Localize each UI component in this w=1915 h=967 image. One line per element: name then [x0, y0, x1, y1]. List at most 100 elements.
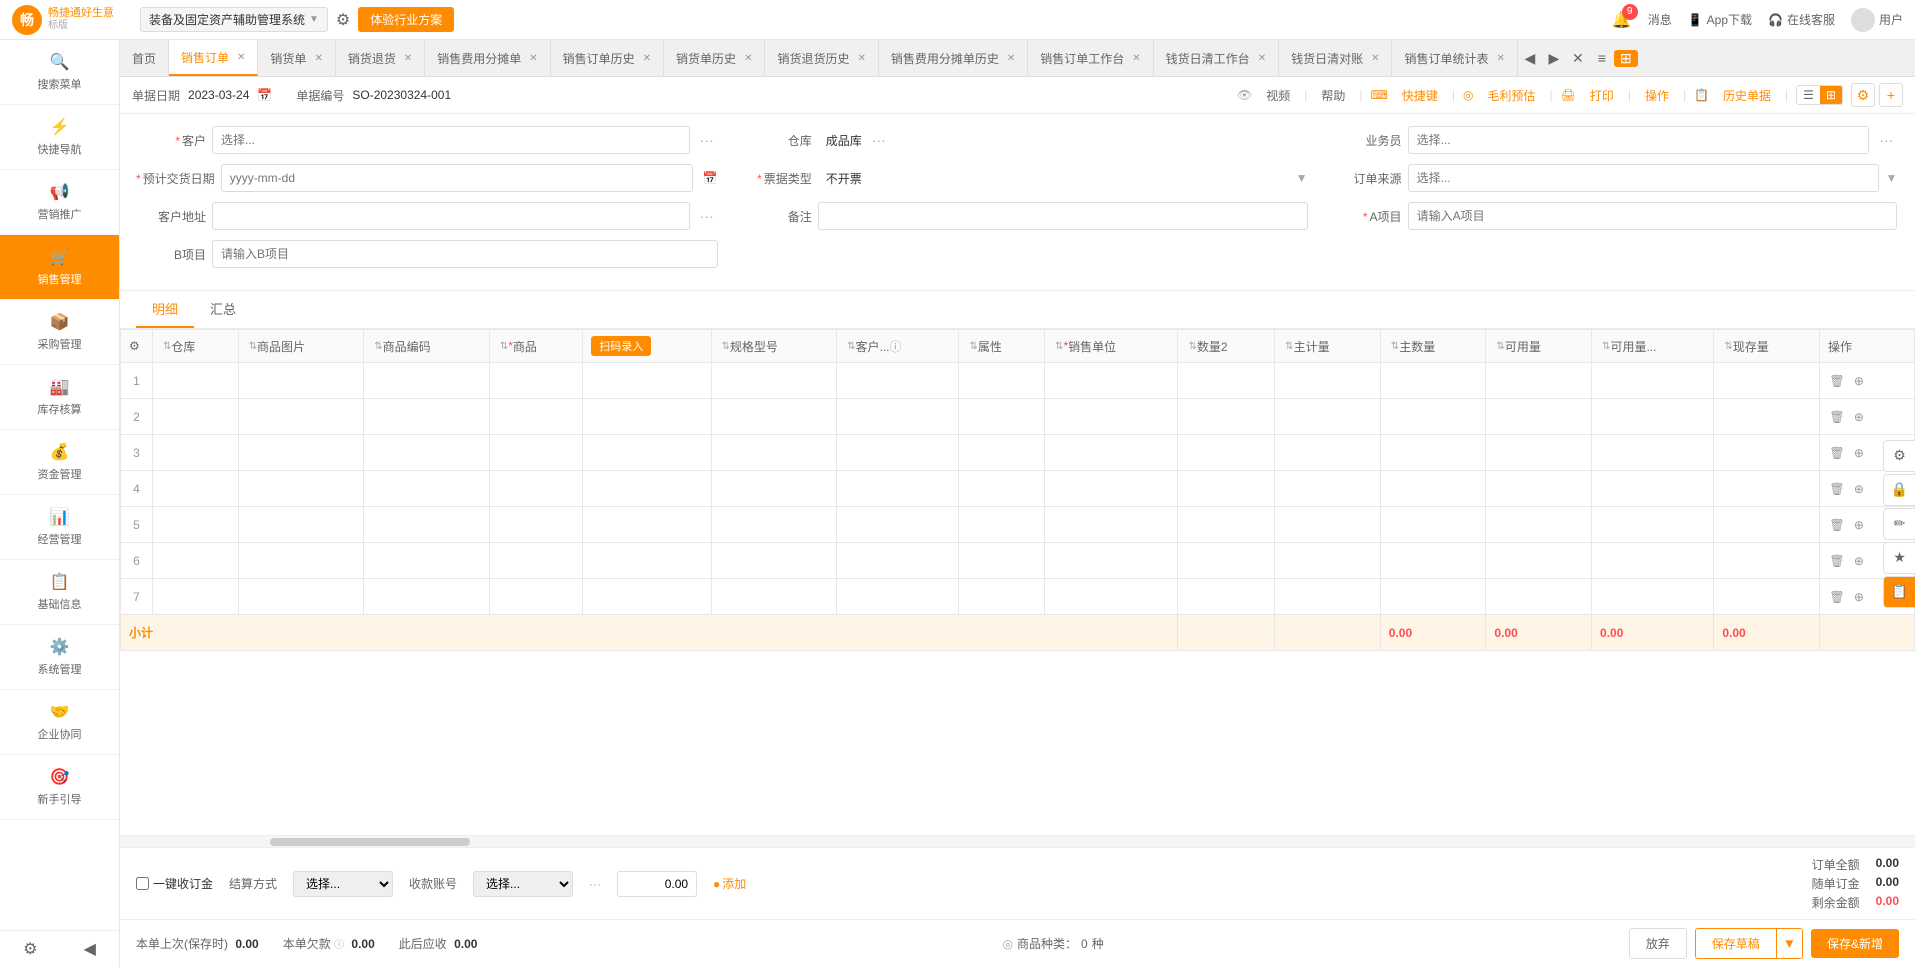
cell-sales-unit[interactable]	[1045, 435, 1178, 471]
add-item-icon[interactable]: +	[1879, 83, 1903, 107]
tab-home[interactable]: 首页	[120, 40, 169, 76]
save-draft-btn[interactable]: 保存草稿	[1696, 929, 1777, 958]
cell-product-code[interactable]	[364, 435, 490, 471]
cell-attr[interactable]	[959, 363, 1045, 399]
cell-product-code[interactable]	[364, 399, 490, 435]
sidebar-item-search[interactable]: 🔍 搜索菜单	[0, 40, 119, 105]
sidebar-item-marketing[interactable]: 📢 营销推广	[0, 170, 119, 235]
delete-row-icon[interactable]: 🗑	[1828, 444, 1846, 462]
cell-customer-code[interactable]	[837, 363, 959, 399]
cell-attr[interactable]	[959, 543, 1045, 579]
tab-nav-next[interactable]: ▶	[1542, 50, 1566, 67]
tab-close-icon[interactable]: ✕	[529, 53, 537, 64]
tab-close-icon[interactable]: ✕	[857, 53, 865, 64]
tab-summary[interactable]: 汇总	[194, 291, 252, 328]
delete-row-icon[interactable]: 🗑	[1828, 588, 1846, 606]
note-input[interactable]	[818, 202, 1308, 230]
cell-customer-code[interactable]	[837, 543, 959, 579]
tab-cashflow-daily[interactable]: 钱货日清工作台 ✕	[1154, 40, 1279, 76]
scan-btn[interactable]: 扫码录入	[591, 336, 651, 356]
cell-main-qty[interactable]	[1380, 543, 1486, 579]
th-gear[interactable]: ⚙	[121, 330, 153, 363]
cell-warehouse[interactable]	[153, 543, 239, 579]
tab-sales-return-history[interactable]: 销货单历史 ✕	[664, 40, 765, 76]
sidebar-item-system[interactable]: ⚙️ 系统管理	[0, 625, 119, 690]
copy-row-icon[interactable]: ⊕	[1850, 588, 1868, 606]
tab-close-icon[interactable]: ✕	[643, 53, 651, 64]
cell-attr[interactable]	[959, 399, 1045, 435]
discard-btn[interactable]: 放弃	[1629, 928, 1687, 959]
save-draft-dropdown-btn[interactable]: ▼	[1777, 929, 1802, 958]
cell-spec[interactable]	[711, 363, 837, 399]
profit-btn[interactable]: 毛利预估	[1481, 85, 1541, 106]
view-btn[interactable]: 视频	[1260, 85, 1296, 106]
customer-input[interactable]	[212, 126, 690, 154]
a-project-input[interactable]	[1408, 202, 1898, 230]
sidebar-item-sales[interactable]: 🛒 销售管理	[0, 235, 119, 300]
cell-main-qty[interactable]	[1380, 507, 1486, 543]
calendar2-icon[interactable]: 📅	[703, 171, 718, 185]
side-lock-icon[interactable]: 🔒	[1883, 474, 1915, 506]
copy-row-icon[interactable]: ⊕	[1850, 408, 1868, 426]
cell-product-code[interactable]	[364, 363, 490, 399]
tab-sales-order[interactable]: 销售订单 ✕	[169, 40, 258, 76]
cell-product-code[interactable]	[364, 579, 490, 615]
addr-input[interactable]	[212, 202, 690, 230]
calendar-icon[interactable]: 📅	[257, 88, 272, 102]
cell-qty2[interactable]	[1178, 363, 1275, 399]
tab-close-icon[interactable]: ✕	[1497, 53, 1505, 64]
tab-sales-order-workbench[interactable]: 销售订单工作台 ✕	[1028, 40, 1153, 76]
cell-spec[interactable]	[711, 399, 837, 435]
cell-main-qty[interactable]	[1380, 579, 1486, 615]
tab-sales-refund[interactable]: 销货退货 ✕	[336, 40, 425, 76]
cell-product[interactable]	[489, 399, 582, 435]
cell-sales-unit[interactable]	[1045, 579, 1178, 615]
sidebar-item-enterprise[interactable]: 🤝 企业协同	[0, 690, 119, 755]
cell-qty2[interactable]	[1178, 471, 1275, 507]
operation-btn[interactable]: 操作	[1639, 85, 1675, 106]
amount-input[interactable]	[617, 871, 697, 897]
customer-more-icon[interactable]: ···	[696, 132, 718, 148]
online-service[interactable]: 🎧 在线客服	[1768, 11, 1835, 28]
sidebar-item-finance[interactable]: 💰 资金管理	[0, 430, 119, 495]
copy-row-icon[interactable]: ⊕	[1850, 480, 1868, 498]
tab-close-icon[interactable]: ✕	[237, 52, 245, 63]
cell-spec[interactable]	[711, 543, 837, 579]
cell-product[interactable]	[489, 363, 582, 399]
info-icon[interactable]: ⓘ	[890, 338, 902, 355]
side-edit-icon[interactable]: ✏	[1883, 508, 1915, 540]
cell-attr[interactable]	[959, 507, 1045, 543]
industry-btn[interactable]: 体验行业方案	[358, 7, 454, 32]
cell-attr[interactable]	[959, 579, 1045, 615]
cell-sales-unit[interactable]	[1045, 543, 1178, 579]
copy-row-icon[interactable]: ⊕	[1850, 444, 1868, 462]
tab-close-icon[interactable]: ✕	[1371, 53, 1379, 64]
cell-sales-unit[interactable]	[1045, 507, 1178, 543]
tab-close-icon[interactable]: ✕	[314, 53, 322, 64]
delete-row-icon[interactable]: 🗑	[1828, 372, 1846, 390]
cell-qty2[interactable]	[1178, 435, 1275, 471]
history-btn[interactable]: 历史单据	[1717, 85, 1777, 106]
cell-main-qty[interactable]	[1380, 399, 1486, 435]
cell-spec[interactable]	[711, 579, 837, 615]
notification-label[interactable]: 消息	[1648, 11, 1672, 28]
tab-close-icon[interactable]: ✕	[1007, 53, 1015, 64]
tab-sales-expense-history[interactable]: 销售费用分摊单历史 ✕	[879, 40, 1028, 76]
settlement-select[interactable]: 选择...	[293, 871, 393, 897]
cell-customer-code[interactable]	[837, 399, 959, 435]
tab-detail[interactable]: 明细	[136, 291, 194, 328]
cell-attr[interactable]	[959, 471, 1045, 507]
sidebar-item-stock[interactable]: 🏭 库存核算	[0, 365, 119, 430]
tab-nav-menu[interactable]: ≡	[1590, 50, 1614, 66]
salesperson-input[interactable]	[1408, 126, 1870, 154]
sidebar-item-operations[interactable]: 📊 经营管理	[0, 495, 119, 560]
order-source-input[interactable]	[1408, 164, 1880, 192]
tab-sales-return[interactable]: 销货单 ✕	[258, 40, 335, 76]
cell-spec[interactable]	[711, 507, 837, 543]
order-source-dropdown-icon[interactable]: ▼	[1885, 171, 1897, 185]
cell-warehouse[interactable]	[153, 507, 239, 543]
quick-checkout-checkbox[interactable]	[136, 877, 149, 890]
salesperson-more-icon[interactable]: ···	[1875, 132, 1897, 148]
cell-warehouse[interactable]	[153, 435, 239, 471]
cell-customer-code[interactable]	[837, 471, 959, 507]
